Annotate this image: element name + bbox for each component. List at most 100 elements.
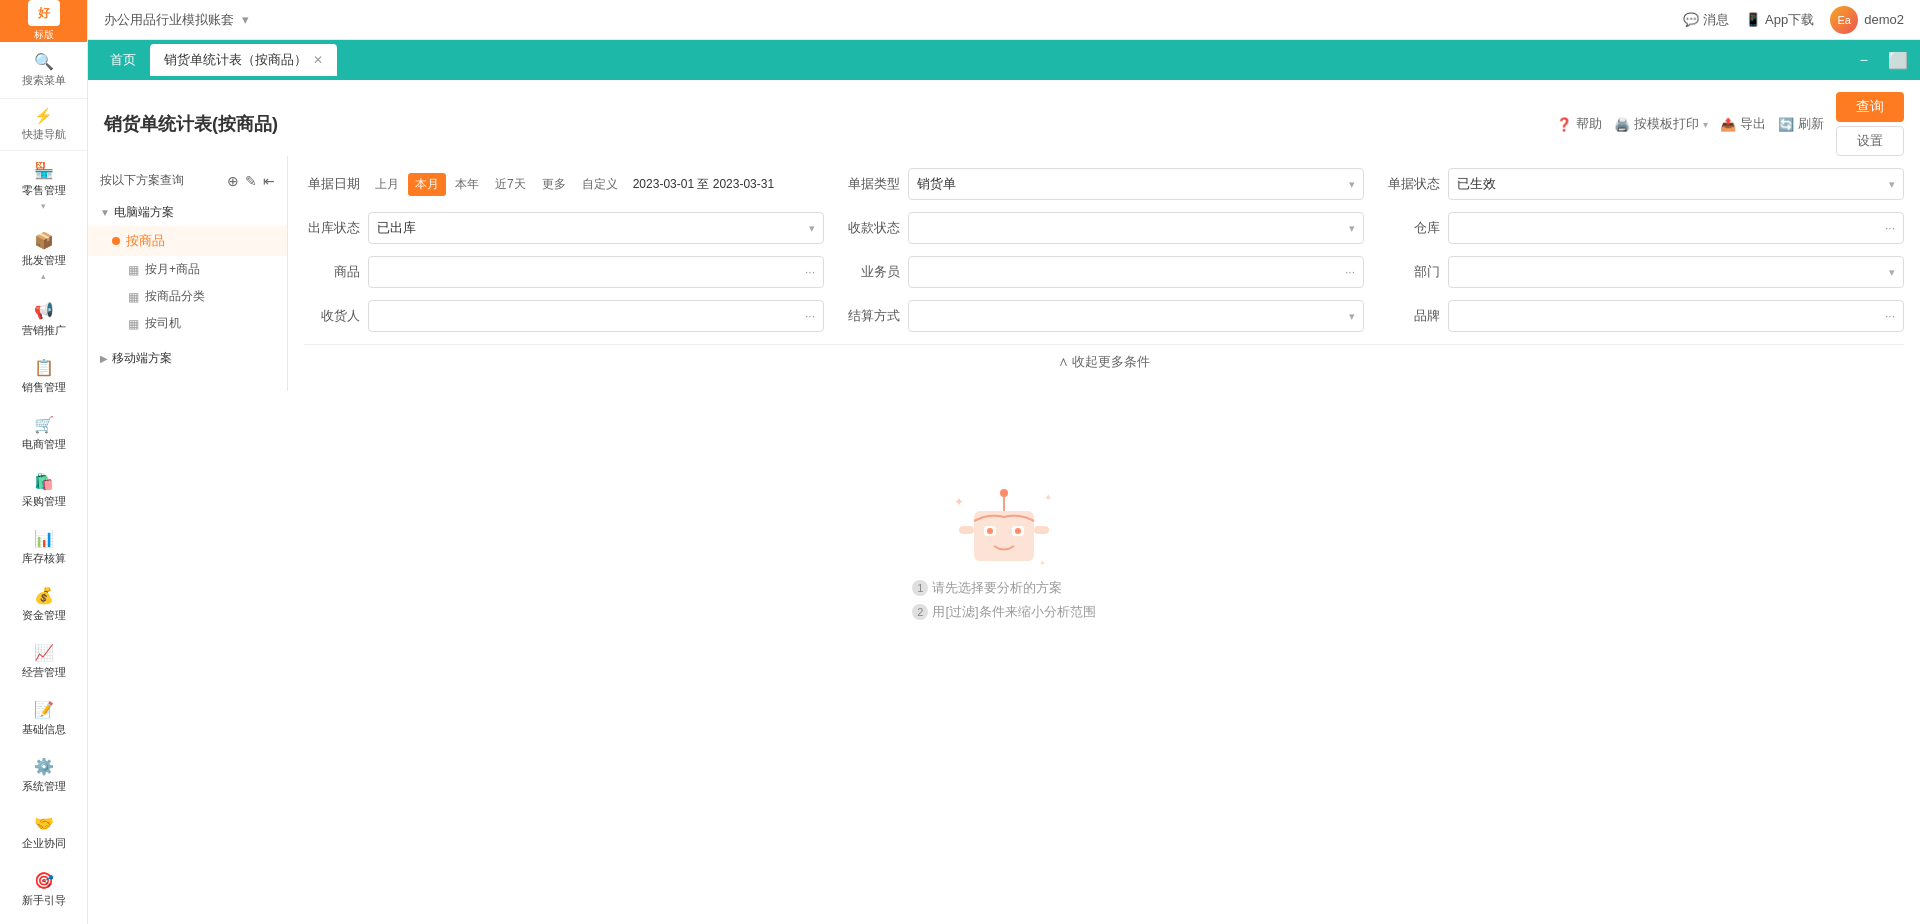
tab-home[interactable]: 首页 xyxy=(96,44,150,76)
scheme-item-by-category[interactable]: ▦ 按商品分类 xyxy=(88,283,287,310)
app-download-btn[interactable]: 📱 App下载 xyxy=(1745,11,1814,29)
logo-icon: 好 xyxy=(28,0,60,26)
filter-panel: 按以下方案查询 ⊕ ✎ ⇤ ▼ 电脑端方案 xyxy=(88,156,1920,391)
sidebar-item-apps[interactable]: 🔧 应用中心 xyxy=(0,918,87,924)
brand-input[interactable]: ··· xyxy=(1448,300,1904,332)
sidebar-item-wholesale[interactable]: 📦 批发管理 ▴ xyxy=(0,221,87,291)
consignee-more[interactable]: ··· xyxy=(805,309,815,323)
staff-input[interactable]: ··· xyxy=(908,256,1364,288)
filter-row-1: 单据日期 上月 本月 本年 近7天 更多 自定义 20 xyxy=(304,168,1904,200)
scheme-group-mobile: ▶ 移动端方案 xyxy=(88,341,287,376)
warehouse-more[interactable]: ··· xyxy=(1885,221,1895,235)
consignee-input[interactable]: ··· xyxy=(368,300,824,332)
sidebar-item-inventory[interactable]: 📊 库存核算 xyxy=(0,519,87,576)
sidebar-item-guide[interactable]: 🎯 新手引导 xyxy=(0,861,87,918)
minimize-btn[interactable]: － xyxy=(1852,46,1876,75)
sidebar-item-ecommerce[interactable]: 🛒 电商管理 xyxy=(0,405,87,462)
doc-status-input[interactable]: 已生效 xyxy=(1448,168,1904,200)
sidebar-item-basic[interactable]: 📝 基础信息 xyxy=(0,690,87,747)
filter-brand: 品牌 ··· xyxy=(1384,300,1904,332)
user-info[interactable]: Ea demo2 xyxy=(1830,6,1904,34)
svg-text:✦: ✦ xyxy=(1044,492,1052,503)
sidebar-item-purchase[interactable]: 🛍️ 采购管理 xyxy=(0,462,87,519)
filter-doc-type: 单据类型 销货单 xyxy=(844,168,1364,200)
svg-text:✦: ✦ xyxy=(954,495,964,509)
filter-form: 单据日期 上月 本月 本年 近7天 更多 自定义 20 xyxy=(288,156,1920,391)
print-btn[interactable]: 🖨️ 按模板打印 ▾ xyxy=(1614,115,1708,133)
filter-consignee: 收货人 ··· xyxy=(304,300,824,332)
warehouse-status-arrow xyxy=(809,222,815,235)
settlement-input[interactable] xyxy=(908,300,1364,332)
sidebar-item-search[interactable]: 🔍 搜索菜单 xyxy=(0,42,87,99)
export-btn[interactable]: 📤 导出 xyxy=(1720,115,1766,133)
page-container: 销货单统计表(按商品) ❓ 帮助 🖨️ 按模板打印 ▾ 📤 导出 xyxy=(88,80,1920,924)
svg-rect-8 xyxy=(1034,526,1049,534)
tab-bar: 首页 销货单统计表（按商品） ✕ － ⬜ xyxy=(88,40,1920,80)
sidebar-item-retail[interactable]: 🏪 零售管理 ▾ xyxy=(0,151,87,221)
product-input[interactable]: ··· xyxy=(368,256,824,288)
svg-text:✦: ✦ xyxy=(1039,559,1046,568)
filter-row-2: 出库状态 已出库 收款状态 xyxy=(304,212,1904,244)
app-logo[interactable]: 好 标版 xyxy=(0,0,88,42)
settlement-arrow xyxy=(1349,310,1355,323)
receipt-status-arrow xyxy=(1349,222,1355,235)
action-buttons: 查询 设置 xyxy=(1836,92,1904,156)
date-tab-this-year[interactable]: 本年 xyxy=(448,173,486,196)
staff-more[interactable]: ··· xyxy=(1345,265,1355,279)
header-left: 办公用品行业模拟账套 ▾ xyxy=(104,11,249,29)
scheme-item-by-month-product[interactable]: ▦ 按月+商品 xyxy=(88,256,287,283)
collapse-scheme-btn[interactable]: ⇤ xyxy=(263,173,275,189)
date-tab-this-month[interactable]: 本月 xyxy=(408,173,446,196)
help-btn[interactable]: ❓ 帮助 xyxy=(1556,115,1602,133)
warehouse-input[interactable]: ··· xyxy=(1448,212,1904,244)
scheme-group-mobile-header[interactable]: ▶ 移动端方案 xyxy=(88,345,287,372)
empty-hint-1: 1 请先选择要分析的方案 xyxy=(912,579,1095,597)
dept-input[interactable] xyxy=(1448,256,1904,288)
sidebar-item-finance[interactable]: 💰 资金管理 xyxy=(0,576,87,633)
header-right: 💬 消息 📱 App下载 Ea demo2 xyxy=(1683,6,1904,34)
page-header: 销货单统计表(按商品) ❓ 帮助 🖨️ 按模板打印 ▾ 📤 导出 xyxy=(88,80,1920,156)
sidebar-item-marketing[interactable]: 📢 营销推广 xyxy=(0,291,87,348)
sidebar-item-system[interactable]: ⚙️ 系统管理 xyxy=(0,747,87,804)
filter-doc-status: 单据状态 已生效 xyxy=(1384,168,1904,200)
tab-report[interactable]: 销货单统计表（按商品） ✕ xyxy=(150,44,337,76)
date-tab-more[interactable]: 更多 xyxy=(535,173,573,196)
message-btn[interactable]: 💬 消息 xyxy=(1683,11,1729,29)
brand-more[interactable]: ··· xyxy=(1885,309,1895,323)
date-tab-custom[interactable]: 自定义 xyxy=(575,173,625,196)
scheme-item-by-machine[interactable]: ▦ 按司机 xyxy=(88,310,287,337)
warehouse-status-input[interactable]: 已出库 xyxy=(368,212,824,244)
filter-warehouse: 仓库 ··· xyxy=(1384,212,1904,244)
sidebar-item-cooperation[interactable]: 🤝 企业协同 xyxy=(0,804,87,861)
date-filter-input: 上月 本月 本年 近7天 更多 自定义 2023-03-01 至 2023-03… xyxy=(368,173,824,196)
sidebar: 好 标版 🔍 搜索菜单 ⚡ 快捷导航 🏪 零售管理 ▾ 📦 批发管理 ▴ 📢 营… xyxy=(0,0,88,924)
doc-type-input[interactable]: 销货单 xyxy=(908,168,1364,200)
collapse-filters-btn[interactable]: ∧ 收起更多条件 xyxy=(304,344,1904,379)
sidebar-item-operation[interactable]: 📈 经营管理 xyxy=(0,633,87,690)
query-button[interactable]: 查询 xyxy=(1836,92,1904,122)
svg-point-4 xyxy=(1015,528,1021,534)
top-header: 办公用品行业模拟账套 ▾ 💬 消息 📱 App下载 Ea demo2 xyxy=(88,0,1920,40)
date-tab-7days[interactable]: 近7天 xyxy=(488,173,533,196)
scheme-item-by-product[interactable]: 按商品 xyxy=(88,226,287,256)
svg-rect-0 xyxy=(974,511,1034,561)
receipt-status-input[interactable] xyxy=(908,212,1364,244)
tab-close-report[interactable]: ✕ xyxy=(313,53,323,67)
svg-point-3 xyxy=(987,528,993,534)
scheme-group-pc-header[interactable]: ▼ 电脑端方案 xyxy=(88,199,287,226)
dropdown-arrow-industry[interactable]: ▾ xyxy=(242,12,249,27)
doc-status-arrow xyxy=(1889,178,1895,191)
maximize-btn[interactable]: ⬜ xyxy=(1884,47,1912,74)
date-tab-last-month[interactable]: 上月 xyxy=(368,173,406,196)
product-more[interactable]: ··· xyxy=(805,265,815,279)
sidebar-item-quick-nav[interactable]: ⚡ 快捷导航 xyxy=(0,99,87,151)
empty-state: ✦ ✦ ✦ 1 请先选择要分析的方案 2 用[过滤]条件来缩小分析范围 xyxy=(88,391,1920,701)
page-title: 销货单统计表(按商品) xyxy=(104,112,278,136)
refresh-btn[interactable]: 🔄 刷新 xyxy=(1778,115,1824,133)
settings-button[interactable]: 设置 xyxy=(1836,126,1904,156)
logo-text: 标版 xyxy=(34,28,54,42)
sidebar-item-sales[interactable]: 📋 销售管理 xyxy=(0,348,87,405)
add-scheme-btn[interactable]: ⊕ xyxy=(227,173,239,189)
edit-scheme-btn[interactable]: ✎ xyxy=(245,173,257,189)
filter-row-3: 商品 ··· 业务员 ··· xyxy=(304,256,1904,288)
